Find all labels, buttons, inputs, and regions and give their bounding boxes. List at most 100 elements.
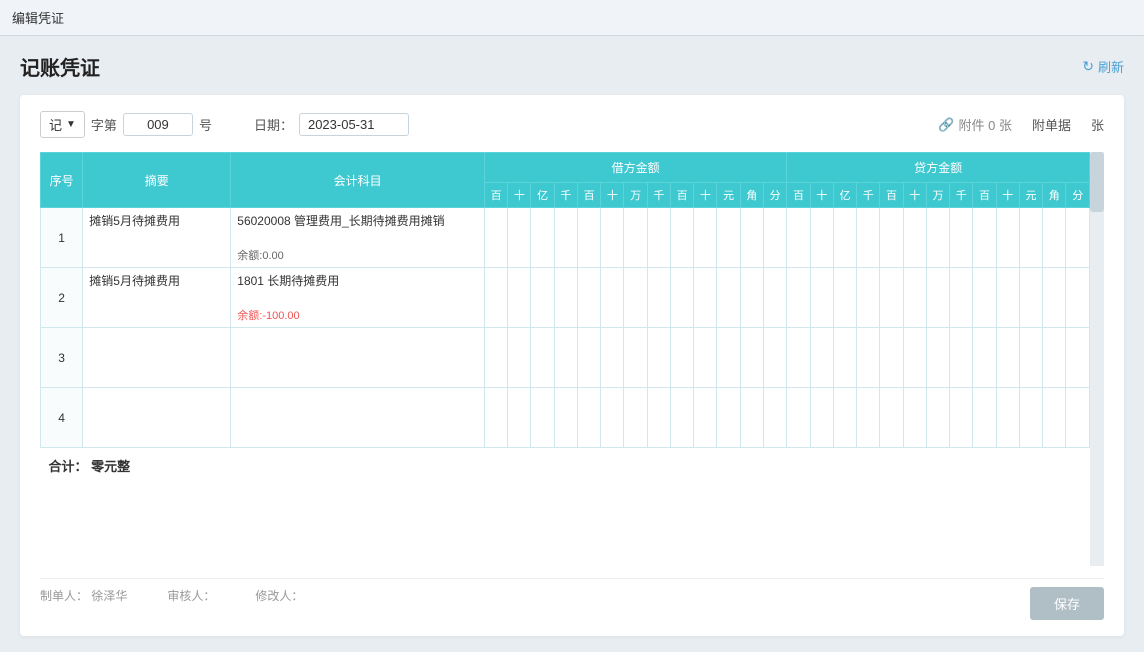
debit-amount-cell[interactable] [508,208,531,268]
credit-amount-cell[interactable] [787,388,810,448]
voucher-type-button[interactable]: 记 ▼ [40,111,85,138]
save-button[interactable]: 保存 [1030,587,1104,620]
debit-amount-cell[interactable] [508,328,531,388]
credit-amount-cell[interactable] [833,208,856,268]
credit-amount-cell[interactable] [903,328,926,388]
credit-amount-cell[interactable] [926,388,949,448]
credit-amount-cell[interactable] [810,328,833,388]
account-cell[interactable] [231,328,485,388]
debit-amount-cell[interactable] [717,268,740,328]
credit-amount-cell[interactable] [973,268,996,328]
credit-amount-cell[interactable] [810,388,833,448]
debit-amount-cell[interactable] [577,208,600,268]
debit-amount-cell[interactable] [577,268,600,328]
debit-amount-cell[interactable] [531,208,554,268]
credit-amount-cell[interactable] [996,208,1019,268]
credit-amount-cell[interactable] [857,328,880,388]
credit-amount-cell[interactable] [857,208,880,268]
debit-amount-cell[interactable] [717,328,740,388]
credit-amount-cell[interactable] [810,208,833,268]
debit-amount-cell[interactable] [554,208,577,268]
debit-amount-cell[interactable] [694,208,717,268]
credit-amount-cell[interactable] [880,388,903,448]
debit-amount-cell[interactable] [670,268,693,328]
credit-amount-cell[interactable] [950,268,973,328]
debit-amount-cell[interactable] [554,388,577,448]
credit-amount-cell[interactable] [1066,268,1090,328]
credit-amount-cell[interactable] [950,328,973,388]
debit-amount-cell[interactable] [647,388,670,448]
debit-amount-cell[interactable] [554,268,577,328]
credit-amount-cell[interactable] [1066,208,1090,268]
debit-amount-cell[interactable] [624,268,647,328]
credit-amount-cell[interactable] [996,268,1019,328]
account-cell[interactable]: 1801 长期待摊费用余额:-100.00 [231,268,485,328]
debit-amount-cell[interactable] [624,328,647,388]
credit-amount-cell[interactable] [1043,208,1066,268]
credit-amount-cell[interactable] [1043,268,1066,328]
account-cell[interactable]: 56020008 管理费用_长期待摊费用摊销余额:0.00 [231,208,485,268]
debit-amount-cell[interactable] [694,388,717,448]
credit-amount-cell[interactable] [1019,388,1042,448]
debit-amount-cell[interactable] [484,208,507,268]
credit-amount-cell[interactable] [903,268,926,328]
credit-amount-cell[interactable] [973,388,996,448]
credit-amount-cell[interactable] [996,328,1019,388]
credit-amount-cell[interactable] [833,328,856,388]
refresh-button[interactable]: ↻ 刷新 [1082,57,1124,76]
debit-amount-cell[interactable] [624,208,647,268]
table-row[interactable]: 2摊销5月待摊费用1801 长期待摊费用余额:-100.00 [41,268,1090,328]
credit-amount-cell[interactable] [857,268,880,328]
account-cell[interactable] [231,388,485,448]
debit-amount-cell[interactable] [740,268,763,328]
summary-cell[interactable]: 摊销5月待摊费用 [83,268,231,328]
table-row[interactable]: 4 [41,388,1090,448]
debit-amount-cell[interactable] [577,328,600,388]
debit-amount-cell[interactable] [717,208,740,268]
credit-amount-cell[interactable] [903,208,926,268]
credit-amount-cell[interactable] [1019,268,1042,328]
summary-cell[interactable] [83,388,231,448]
credit-amount-cell[interactable] [787,268,810,328]
debit-amount-cell[interactable] [740,208,763,268]
credit-amount-cell[interactable] [1066,388,1090,448]
credit-amount-cell[interactable] [903,388,926,448]
credit-amount-cell[interactable] [996,388,1019,448]
debit-amount-cell[interactable] [554,328,577,388]
credit-amount-cell[interactable] [926,268,949,328]
debit-amount-cell[interactable] [763,268,786,328]
debit-amount-cell[interactable] [670,388,693,448]
debit-amount-cell[interactable] [531,388,554,448]
credit-amount-cell[interactable] [1043,328,1066,388]
debit-amount-cell[interactable] [694,268,717,328]
debit-amount-cell[interactable] [484,328,507,388]
debit-amount-cell[interactable] [624,388,647,448]
summary-cell[interactable]: 摊销5月待摊费用 [83,208,231,268]
debit-amount-cell[interactable] [508,268,531,328]
debit-amount-cell[interactable] [601,328,624,388]
debit-amount-cell[interactable] [717,388,740,448]
credit-amount-cell[interactable] [950,208,973,268]
credit-amount-cell[interactable] [787,208,810,268]
credit-amount-cell[interactable] [880,328,903,388]
attachment-link[interactable]: 🔗 附件 0 张 [938,115,1012,134]
debit-amount-cell[interactable] [694,328,717,388]
summary-cell[interactable] [83,328,231,388]
debit-amount-cell[interactable] [484,268,507,328]
debit-amount-cell[interactable] [577,388,600,448]
credit-amount-cell[interactable] [1019,208,1042,268]
credit-amount-cell[interactable] [973,208,996,268]
debit-amount-cell[interactable] [531,268,554,328]
debit-amount-cell[interactable] [763,388,786,448]
credit-amount-cell[interactable] [880,268,903,328]
credit-amount-cell[interactable] [810,268,833,328]
debit-amount-cell[interactable] [647,268,670,328]
credit-amount-cell[interactable] [973,328,996,388]
debit-amount-cell[interactable] [670,208,693,268]
credit-amount-cell[interactable] [880,208,903,268]
debit-amount-cell[interactable] [763,208,786,268]
credit-amount-cell[interactable] [1043,388,1066,448]
credit-amount-cell[interactable] [926,208,949,268]
credit-amount-cell[interactable] [950,388,973,448]
debit-amount-cell[interactable] [484,388,507,448]
